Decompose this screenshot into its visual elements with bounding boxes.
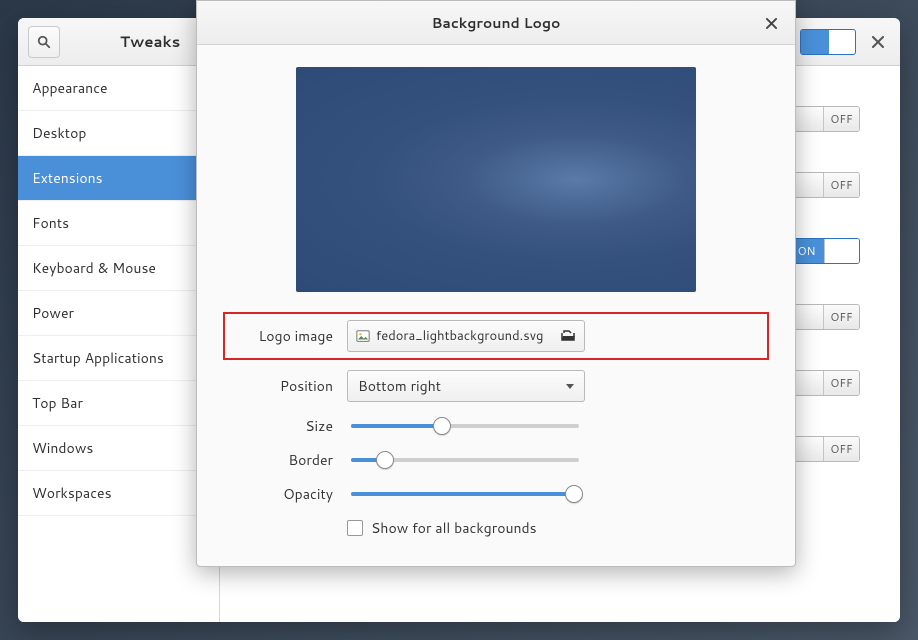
background-logo-dialog: Background Logo Logo image fedora_lightb… [196,18,796,567]
position-value: Bottom right [358,376,441,396]
dialog-title: Background Logo [432,18,561,33]
logo-image-row: Logo image fedora_lightbackground.svg [223,312,769,360]
chevron-down-icon [566,384,574,389]
tweaks-window: Tweaks Appearance Desktop Extensions Fon… [18,18,900,622]
position-label: Position [233,376,333,396]
border-row: Border [233,450,759,470]
border-slider[interactable] [351,450,579,470]
sidebar-item-desktop[interactable]: Desktop [18,111,219,156]
sidebar-item-appearance[interactable]: Appearance [18,66,219,111]
sidebar-item-startup-applications[interactable]: Startup Applications [18,336,219,381]
show-for-all-checkbox[interactable] [347,520,363,536]
background-preview [296,67,696,292]
close-icon [872,36,884,48]
image-file-icon [356,329,370,343]
dialog-header: Background Logo [197,18,795,45]
border-label: Border [233,450,333,470]
logo-image-filename: fedora_lightbackground.svg [376,327,544,345]
sidebar-item-fonts[interactable]: Fonts [18,201,219,246]
opacity-row: Opacity [233,484,759,504]
sidebar-item-extensions[interactable]: Extensions [18,156,219,201]
search-icon [37,35,51,49]
extensions-master-toggle[interactable] [800,29,856,55]
extension-toggle[interactable]: OFF [788,370,860,396]
show-for-all-label: Show for all backgrounds [371,518,537,538]
extension-toggle[interactable]: OFF [788,106,860,132]
show-for-all-row: Show for all backgrounds [347,518,759,538]
sidebar-item-keyboard-mouse[interactable]: Keyboard & Mouse [18,246,219,291]
opacity-label: Opacity [233,484,333,504]
window-close-button[interactable] [866,30,890,54]
position-row: Position Bottom right [233,370,759,402]
logo-image-label: Logo image [233,326,333,346]
sidebar-item-power[interactable]: Power [18,291,219,336]
logo-image-file-button[interactable]: fedora_lightbackground.svg [347,320,585,352]
size-slider[interactable] [351,416,579,436]
sidebar: Appearance Desktop Extensions Fonts Keyb… [18,66,220,622]
sidebar-item-workspaces[interactable]: Workspaces [18,471,219,516]
dialog-close-button[interactable] [759,18,783,35]
extension-toggle[interactable]: OFF [788,172,860,198]
sidebar-item-windows[interactable]: Windows [18,426,219,471]
extension-toggle[interactable]: OFF [788,304,860,330]
extension-toggle[interactable]: OFF [788,436,860,462]
opacity-slider[interactable] [351,484,579,504]
size-label: Size [233,416,333,436]
position-combobox[interactable]: Bottom right [347,370,585,402]
size-row: Size [233,416,759,436]
extension-toggle[interactable]: ON [788,238,860,264]
app-title: Tweaks [120,31,180,52]
sidebar-item-top-bar[interactable]: Top Bar [18,381,219,426]
search-button[interactable] [28,26,60,58]
open-file-icon [560,328,576,344]
close-icon [766,18,777,29]
